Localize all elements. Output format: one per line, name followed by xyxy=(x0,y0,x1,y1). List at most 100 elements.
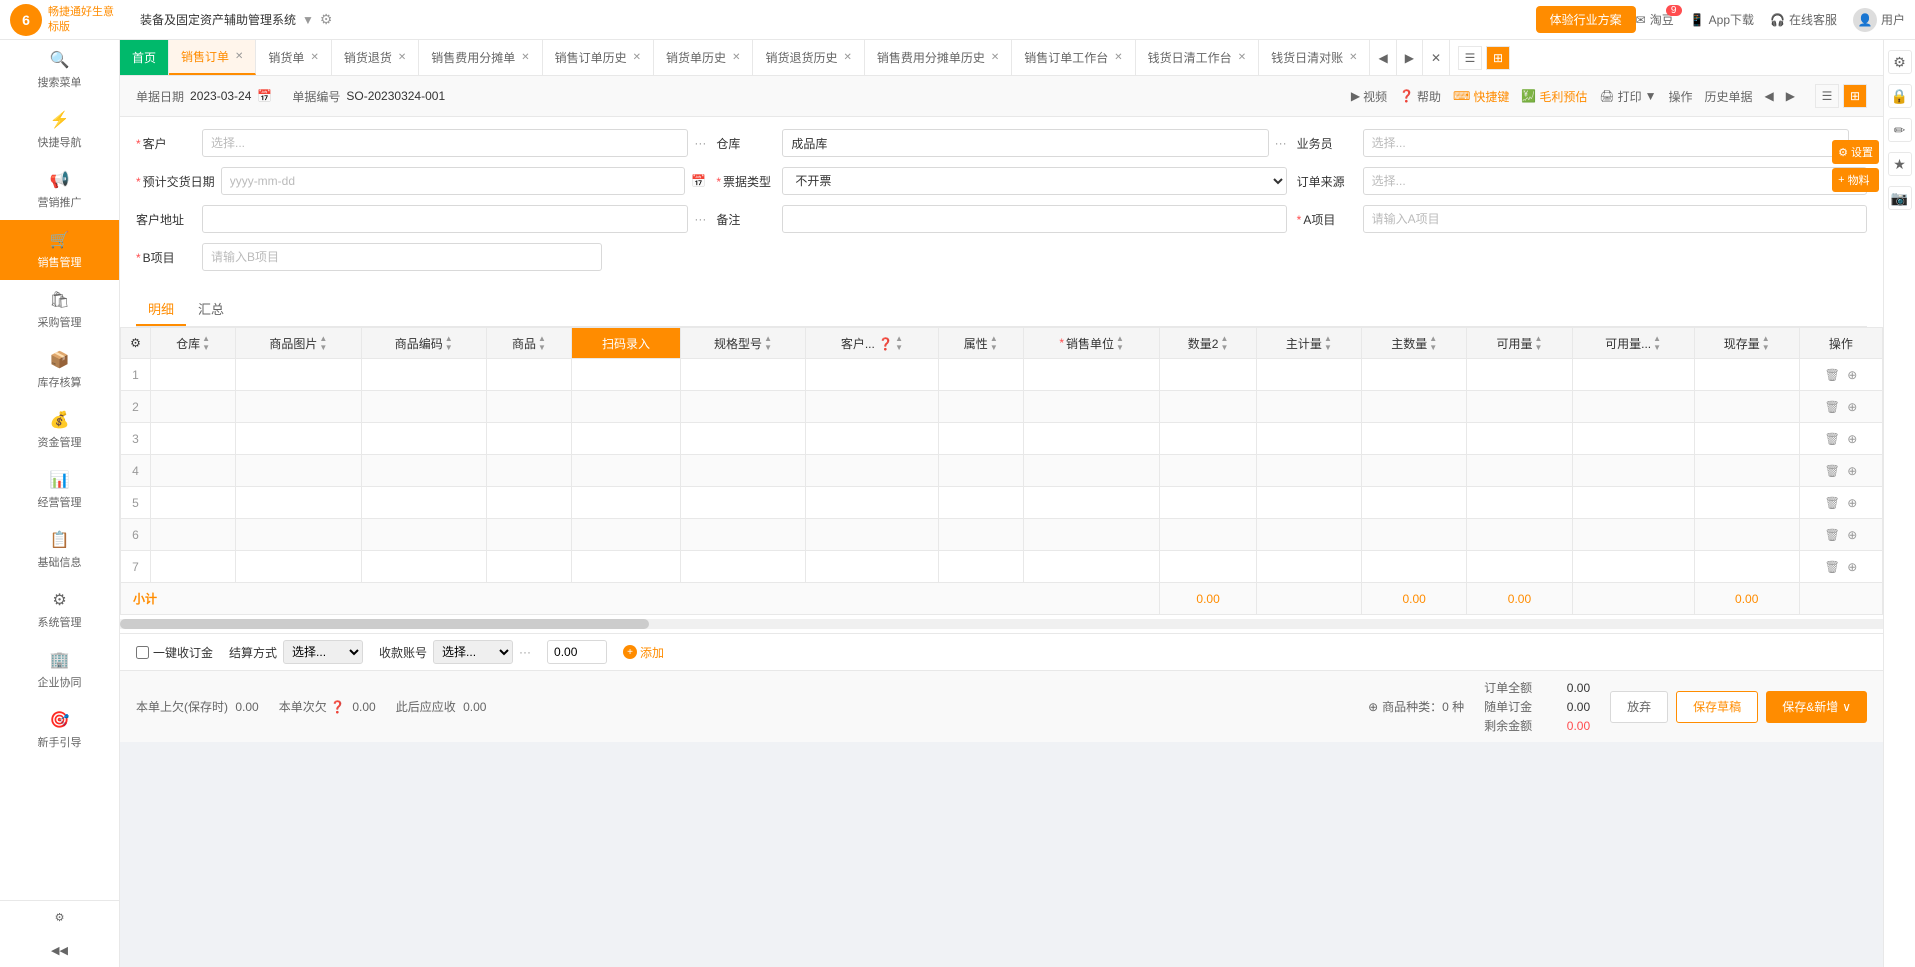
amount-input[interactable] xyxy=(547,640,607,664)
row-2-main-unit[interactable] xyxy=(1256,391,1361,423)
plan-button[interactable]: 体验行业方案 xyxy=(1536,6,1636,33)
row-2-unit[interactable] xyxy=(1023,391,1160,423)
row-4-delete-icon[interactable]: 🗑 xyxy=(1825,464,1840,478)
row-2-spec[interactable] xyxy=(680,391,805,423)
history-link[interactable]: 历史单据 xyxy=(1705,88,1753,105)
sidebar-item-marketing[interactable]: 📢 营销推广 xyxy=(0,160,119,220)
product-image-sort-icon[interactable]: ▲▼ xyxy=(319,334,327,352)
customer-code-sort-icon[interactable]: ▲▼ xyxy=(895,334,903,352)
row-7-spec[interactable] xyxy=(680,551,805,583)
row-7-main-unit[interactable] xyxy=(1256,551,1361,583)
right-panel-edit-icon[interactable]: ✏ xyxy=(1888,118,1912,142)
remark-input[interactable] xyxy=(782,205,1286,233)
gear-icon[interactable]: ⚙ xyxy=(320,11,333,28)
row-3-main-unit[interactable] xyxy=(1256,423,1361,455)
b-project-input[interactable] xyxy=(202,243,602,271)
pagination-next-btn[interactable]: ▶ xyxy=(1786,89,1795,103)
detail-tab-detail[interactable]: 明细 xyxy=(136,293,186,326)
warehouse-dots[interactable]: ··· xyxy=(1275,136,1287,150)
row-1-warehouse[interactable] xyxy=(151,359,236,391)
row-4-product[interactable] xyxy=(486,455,571,487)
row-4-unit[interactable] xyxy=(1023,455,1160,487)
row-6-delete-icon[interactable]: 🗑 xyxy=(1825,528,1840,542)
row-2-delete-icon[interactable]: 🗑 xyxy=(1825,400,1840,414)
tab-sales-bill[interactable]: 销货单 ✕ xyxy=(256,40,331,75)
row-2-product[interactable] xyxy=(486,391,571,423)
sidebar-item-sales[interactable]: 🛒 销售管理 xyxy=(0,220,119,280)
tab-sales-bill-close[interactable]: ✕ xyxy=(310,52,318,63)
shortcuts-link[interactable]: ⌨ 快捷键 xyxy=(1453,88,1509,105)
row-3-copy-icon[interactable]: ⊕ xyxy=(1847,432,1857,446)
tab-cash-daily[interactable]: 钱货日清工作台 ✕ xyxy=(1136,40,1259,75)
detail-tab-summary[interactable]: 汇总 xyxy=(186,293,236,326)
row-7-attr[interactable] xyxy=(938,551,1023,583)
row-4-spec[interactable] xyxy=(680,455,805,487)
row-5-main-qty[interactable] xyxy=(1362,487,1467,519)
row-1-attr[interactable] xyxy=(938,359,1023,391)
row-6-attr[interactable] xyxy=(938,519,1023,551)
message-icon-item[interactable]: ✉ 淘豆 9 xyxy=(1636,11,1674,28)
sidebar-settings-btn[interactable]: ⚙ xyxy=(0,901,119,934)
system-name-arrow-icon[interactable]: ▼ xyxy=(302,13,314,27)
row-1-main-qty[interactable] xyxy=(1362,359,1467,391)
row-6-code[interactable] xyxy=(361,519,486,551)
qty2-sort-icon[interactable]: ▲▼ xyxy=(1220,334,1228,352)
view-link[interactable]: ▶ 视频 xyxy=(1351,88,1387,105)
available2-sort-icon[interactable]: ▲▼ xyxy=(1653,334,1661,352)
invoice-type-select[interactable]: 不开票 增值税普通发票 增值税专用发票 xyxy=(782,167,1286,195)
save-draft-button[interactable]: 保存草稿 xyxy=(1676,691,1758,723)
row-5-copy-icon[interactable]: ⊕ xyxy=(1847,496,1857,510)
one-click-checkout-checkbox[interactable] xyxy=(136,646,149,659)
tab-home[interactable]: 首页 xyxy=(120,40,169,75)
warehouse-sort-icon[interactable]: ▲▼ xyxy=(202,334,210,352)
tab-sales-order[interactable]: 销售订单 ✕ xyxy=(169,40,256,75)
row-7-product[interactable] xyxy=(486,551,571,583)
row-3-main-qty[interactable] xyxy=(1362,423,1467,455)
row-7-code[interactable] xyxy=(361,551,486,583)
row-4-warehouse[interactable] xyxy=(151,455,236,487)
row-6-unit[interactable] xyxy=(1023,519,1160,551)
tab-sales-fee-history[interactable]: 销售费用分摊单历史 ✕ xyxy=(865,40,1012,75)
sidebar-item-operations[interactable]: 📊 经营管理 xyxy=(0,460,119,520)
row-5-code[interactable] xyxy=(361,487,486,519)
row-1-main-unit[interactable] xyxy=(1256,359,1361,391)
row-5-attr[interactable] xyxy=(938,487,1023,519)
row-4-cust-code[interactable] xyxy=(806,455,938,487)
row-7-unit[interactable] xyxy=(1023,551,1160,583)
tab-sales-return-history-close[interactable]: ✕ xyxy=(843,52,851,63)
address-dots[interactable]: ··· xyxy=(694,212,706,226)
row-5-warehouse[interactable] xyxy=(151,487,236,519)
row-2-copy-icon[interactable]: ⊕ xyxy=(1847,400,1857,414)
row-7-delete-icon[interactable]: 🗑 xyxy=(1825,560,1840,574)
operations-link[interactable]: 操作 xyxy=(1669,88,1693,105)
row-5-qty2[interactable] xyxy=(1160,487,1256,519)
row-6-qty2[interactable] xyxy=(1160,519,1256,551)
help-link[interactable]: ❓ 帮助 xyxy=(1399,88,1441,105)
row-3-code[interactable] xyxy=(361,423,486,455)
row-6-cust-code[interactable] xyxy=(806,519,938,551)
tab-sales-order-history-close[interactable]: ✕ xyxy=(633,52,641,63)
product-sort-icon[interactable]: ▲▼ xyxy=(538,334,546,352)
row-7-qty2[interactable] xyxy=(1160,551,1256,583)
tab-sales-fee-split[interactable]: 销售费用分摊单 ✕ xyxy=(419,40,542,75)
row-6-product[interactable] xyxy=(486,519,571,551)
row-5-spec[interactable] xyxy=(680,487,805,519)
row-1-qty2[interactable] xyxy=(1160,359,1256,391)
table-settings-icon[interactable]: ⚙ xyxy=(130,336,141,350)
table-scrollbar[interactable] xyxy=(120,619,1883,629)
main-unit-sort-icon[interactable]: ▲▼ xyxy=(1324,334,1332,352)
sidebar-item-finance[interactable]: 💰 资金管理 xyxy=(0,400,119,460)
row-1-code[interactable] xyxy=(361,359,486,391)
row-6-spec[interactable] xyxy=(680,519,805,551)
settings-right-btn[interactable]: ⚙ 设置 xyxy=(1832,140,1879,164)
row-7-copy-icon[interactable]: ⊕ xyxy=(1847,560,1857,574)
receipt-dots[interactable]: ··· xyxy=(519,645,531,659)
spec-sort-icon[interactable]: ▲▼ xyxy=(764,334,772,352)
right-panel-lock-icon[interactable]: 🔒 xyxy=(1888,84,1912,108)
sidebar-collapse-btn[interactable]: ◀◀ xyxy=(0,934,119,967)
row-3-warehouse[interactable] xyxy=(151,423,236,455)
tab-prev-btn[interactable]: ◀ xyxy=(1370,40,1396,75)
th-scan[interactable]: 扫码录入 xyxy=(572,328,681,359)
one-click-checkout-label[interactable]: 一键收订金 xyxy=(136,644,213,661)
row-7-cust-code[interactable] xyxy=(806,551,938,583)
